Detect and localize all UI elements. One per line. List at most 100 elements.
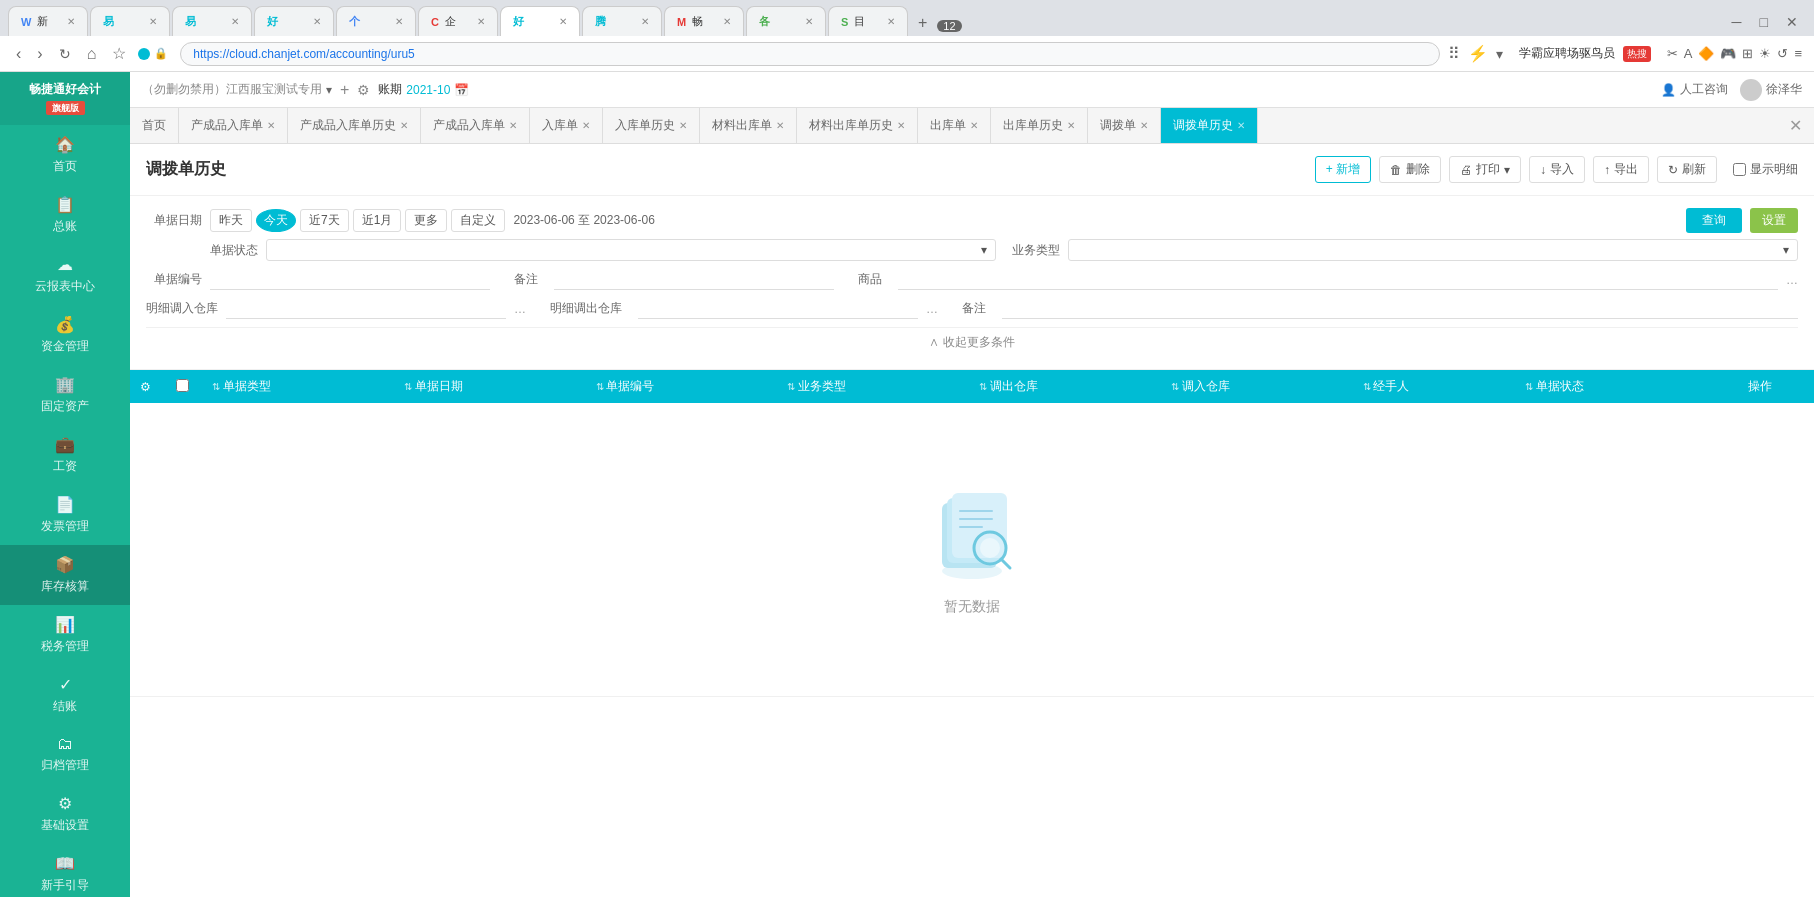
- to-wh-filter-input[interactable]: [638, 298, 918, 319]
- back-btn[interactable]: ‹: [12, 43, 25, 65]
- browser-tab[interactable]: W 新 ✕: [8, 6, 88, 36]
- tab-close-icon[interactable]: ✕: [400, 120, 408, 131]
- tab-close-icon[interactable]: ✕: [1140, 120, 1148, 131]
- refresh-btn[interactable]: ↻ 刷新: [1657, 156, 1717, 183]
- address-bar[interactable]: [180, 42, 1439, 66]
- tab-close-icon[interactable]: ✕: [679, 120, 687, 131]
- tab-close-icon[interactable]: ✕: [641, 16, 649, 27]
- tab-close-icon[interactable]: ✕: [1237, 120, 1245, 131]
- collapse-filter-btn[interactable]: ∧ 收起更多条件: [146, 327, 1798, 357]
- home-btn[interactable]: ⌂: [83, 43, 101, 65]
- user-avatar[interactable]: 徐泽华: [1740, 79, 1802, 101]
- sidebar-item-fixed-assets[interactable]: 🏢 固定资产: [0, 365, 130, 425]
- settings-filter-btn[interactable]: 设置: [1750, 208, 1798, 233]
- from-wh-filter-input[interactable]: [226, 298, 506, 319]
- sidebar-item-invoice[interactable]: 📄 发票管理: [0, 485, 130, 545]
- biz-type-filter-select[interactable]: ▾: [1068, 239, 1798, 261]
- tab-close-icon[interactable]: ✕: [582, 120, 590, 131]
- forward-btn[interactable]: ›: [33, 43, 46, 65]
- page-tab-out-history[interactable]: 出库单历史 ✕: [991, 108, 1088, 144]
- date-btn-7days[interactable]: 近7天: [300, 209, 349, 232]
- date-btn-custom[interactable]: 自定义: [451, 209, 505, 232]
- page-tab-product-in-history[interactable]: 产成品入库单历史 ✕: [288, 108, 421, 144]
- period-selector[interactable]: 账期 2021-10 📅: [378, 81, 469, 98]
- tab-close-icon[interactable]: ✕: [887, 16, 895, 27]
- sidebar-item-archive[interactable]: 🗂 归档管理: [0, 725, 130, 784]
- page-tab-in[interactable]: 入库单 ✕: [530, 108, 603, 144]
- page-tab-home[interactable]: 首页: [130, 108, 179, 144]
- sidebar-item-home[interactable]: 🏠 首页: [0, 125, 130, 185]
- tab-close-icon[interactable]: ✕: [395, 16, 403, 27]
- tab-close-icon[interactable]: ✕: [267, 120, 275, 131]
- tab-close-icon[interactable]: ✕: [723, 16, 731, 27]
- remark-filter-input[interactable]: [554, 269, 834, 290]
- add-org-btn[interactable]: +: [340, 81, 349, 99]
- print-btn[interactable]: 🖨 打印 ▾: [1449, 156, 1521, 183]
- col-gear[interactable]: ⚙: [130, 370, 166, 403]
- close-btn[interactable]: ✕: [1778, 10, 1806, 36]
- tab-close-icon[interactable]: ✕: [897, 120, 905, 131]
- tab-close-icon[interactable]: ✕: [231, 16, 239, 27]
- browser-tab[interactable]: S 目 ✕: [828, 6, 908, 36]
- date-btn-today[interactable]: 今天: [256, 209, 296, 232]
- sidebar-item-fund[interactable]: 💰 资金管理: [0, 305, 130, 365]
- tab-close-icon[interactable]: ✕: [67, 16, 75, 27]
- col-doc-type[interactable]: ⇅ 单据类型: [202, 370, 394, 403]
- col-operator[interactable]: ⇅ 经手人: [1353, 370, 1516, 403]
- tab-close-icon[interactable]: ✕: [149, 16, 157, 27]
- select-all-checkbox[interactable]: [176, 379, 189, 392]
- page-tab-material-out[interactable]: 材料出库单 ✕: [700, 108, 797, 144]
- sidebar-item-guide[interactable]: 📖 新手引导: [0, 844, 130, 897]
- tab-close-icon[interactable]: ✕: [776, 120, 784, 131]
- tab-close-icon[interactable]: ✕: [1067, 120, 1075, 131]
- tab-close-icon[interactable]: ✕: [805, 16, 813, 27]
- page-tab-product-in[interactable]: 产成品入库单 ✕: [179, 108, 288, 144]
- col-doc-date[interactable]: ⇅ 单据日期: [394, 370, 586, 403]
- sidebar-item-salary[interactable]: 💼 工资: [0, 425, 130, 485]
- tab-close-icon[interactable]: ✕: [313, 16, 321, 27]
- add-btn[interactable]: + 新增: [1315, 156, 1371, 183]
- maximize-btn[interactable]: □: [1752, 10, 1776, 36]
- new-tab-btn[interactable]: +: [910, 10, 935, 36]
- search-query[interactable]: 学霸应聘场驱鸟员: [1519, 45, 1615, 62]
- page-tab-transfer-history[interactable]: 调拨单历史 ✕: [1161, 108, 1258, 144]
- org-selector[interactable]: （勿删勿禁用）江西服宝测试专用 ▾: [142, 81, 332, 98]
- col-biz-type[interactable]: ⇅ 业务类型: [777, 370, 969, 403]
- browser-tab[interactable]: C 企 ✕: [418, 6, 498, 36]
- import-btn[interactable]: ↓ 导入: [1529, 156, 1585, 183]
- col-doc-status[interactable]: ⇅ 单据状态: [1515, 370, 1707, 403]
- col-checkbox[interactable]: [166, 370, 202, 403]
- browser-tab[interactable]: 好 ✕: [254, 6, 334, 36]
- service-btn[interactable]: 👤 人工咨询: [1661, 81, 1728, 98]
- page-tab-transfer[interactable]: 调拨单 ✕: [1088, 108, 1161, 144]
- refresh-nav-btn[interactable]: ↻: [55, 44, 75, 64]
- to-wh-more-btn[interactable]: …: [926, 302, 938, 316]
- browser-tab[interactable]: 腾 ✕: [582, 6, 662, 36]
- settings-gear-icon[interactable]: ⚙: [357, 82, 370, 98]
- page-tab-out[interactable]: 出库单 ✕: [918, 108, 991, 144]
- delete-btn[interactable]: 🗑 删除: [1379, 156, 1441, 183]
- page-tab-product-in2[interactable]: 产成品入库单 ✕: [421, 108, 530, 144]
- dropdown-icon[interactable]: ▾: [1496, 46, 1503, 62]
- sidebar-item-close[interactable]: ✓ 结账: [0, 665, 130, 725]
- tab-close-icon[interactable]: ✕: [509, 120, 517, 131]
- star-btn[interactable]: ☆: [108, 42, 130, 65]
- doc-no-filter-input[interactable]: [210, 269, 490, 290]
- page-tab-in-history[interactable]: 入库单历史 ✕: [603, 108, 700, 144]
- tab-bar-close[interactable]: ✕: [1777, 116, 1814, 135]
- minimize-btn[interactable]: ─: [1724, 10, 1750, 36]
- tab-close-icon[interactable]: ✕: [970, 120, 978, 131]
- sidebar-item-tax[interactable]: 📊 税务管理: [0, 605, 130, 665]
- date-btn-1month[interactable]: 近1月: [353, 209, 402, 232]
- date-btn-yesterday[interactable]: 昨天: [210, 209, 252, 232]
- browser-tab[interactable]: M 畅 ✕: [664, 6, 744, 36]
- goods-more-btn[interactable]: …: [1786, 273, 1798, 287]
- col-to-wh[interactable]: ⇅ 调入仓库: [1161, 370, 1353, 403]
- sidebar-item-inventory[interactable]: 📦 库存核算: [0, 545, 130, 605]
- sidebar-item-ledger[interactable]: 📋 总账: [0, 185, 130, 245]
- browser-tab[interactable]: 易 ✕: [172, 6, 252, 36]
- col-from-wh[interactable]: ⇅ 调出仓库: [969, 370, 1161, 403]
- from-wh-more-btn[interactable]: …: [514, 302, 526, 316]
- remark2-filter-input[interactable]: [1002, 298, 1798, 319]
- page-tab-material-out-history[interactable]: 材料出库单历史 ✕: [797, 108, 918, 144]
